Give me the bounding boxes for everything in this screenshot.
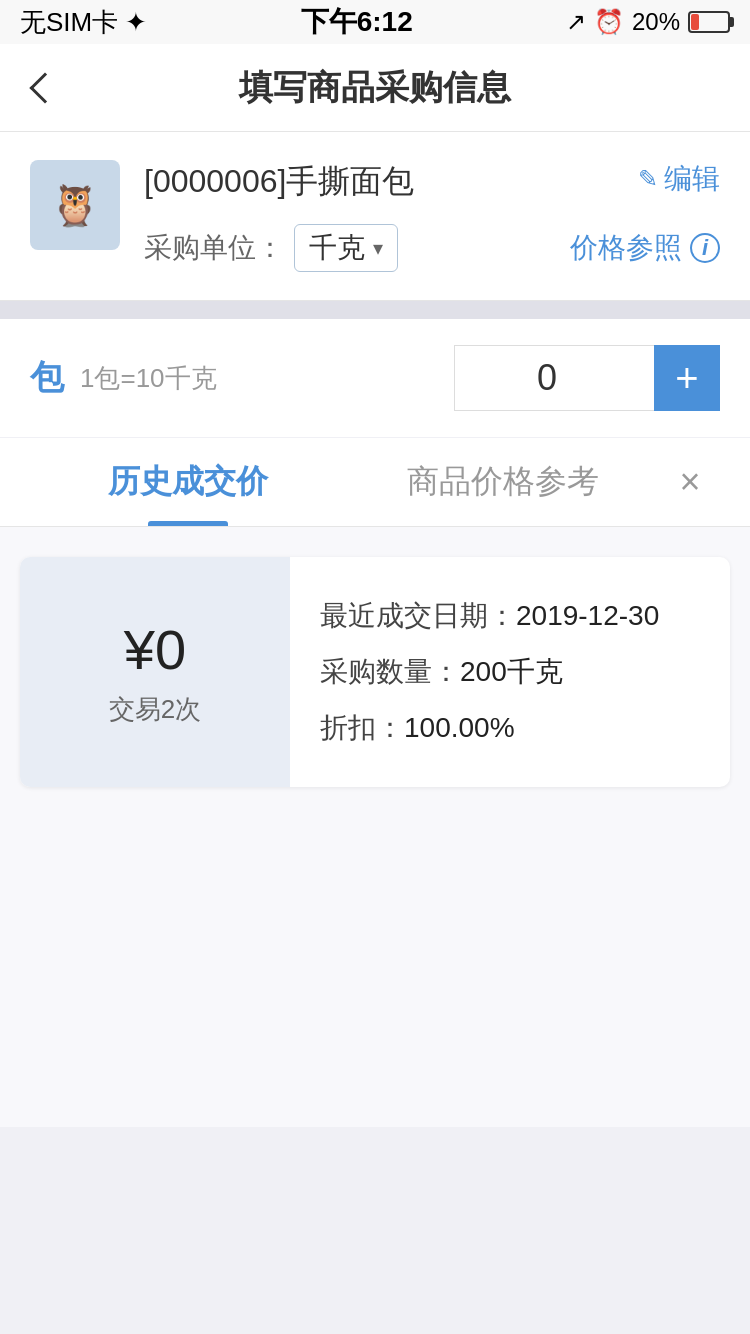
product-logo: 🦉 (30, 160, 120, 250)
quantity-row: 包 1包=10千克 + (0, 319, 750, 438)
transaction-card: ¥0 交易2次 最近成交日期：2019-12-30 采购数量：200千克 折扣：… (20, 557, 730, 787)
tab-reference-label: 商品价格参考 (407, 460, 599, 504)
transaction-qty-row: 采购数量：200千克 (320, 653, 700, 691)
status-time: 下午6:12 (301, 3, 413, 41)
product-name: [0000006]手撕面包 (144, 160, 414, 204)
bag-label: 包 (30, 355, 64, 401)
unit-dropdown-arrow: ▾ (373, 236, 383, 260)
quantity-controls: + (454, 345, 720, 411)
unit-bag-info: 包 1包=10千克 (30, 355, 217, 401)
quantity-input[interactable] (454, 345, 654, 411)
transaction-discount-row: 折扣：100.00% (320, 709, 700, 747)
header: 填写商品采购信息 (0, 44, 750, 132)
discount-label: 折扣： (320, 712, 404, 743)
location-icon: ↗ (566, 8, 586, 36)
battery-percent: 20% (632, 8, 680, 36)
status-right: ↗ ⏰ 20% (566, 8, 730, 36)
transaction-date-row: 最近成交日期：2019-12-30 (320, 597, 700, 635)
product-top: [0000006]手撕面包 ✎ 编辑 (144, 160, 720, 204)
edit-icon: ✎ (638, 165, 658, 193)
transaction-price-panel: ¥0 交易2次 (20, 557, 290, 787)
tabs-container: 历史成交价 商品价格参考 × (0, 438, 750, 527)
price-display: ¥0 (124, 617, 186, 682)
back-button[interactable] (0, 44, 80, 132)
carrier-text: 无SIM卡 ✦ (20, 5, 147, 40)
section-divider (0, 301, 750, 319)
tab-history-label: 历史成交价 (108, 460, 268, 504)
unit-row: 采购单位： 千克 ▾ 价格参照 i (144, 224, 720, 272)
content-area: ¥0 交易2次 最近成交日期：2019-12-30 采购数量：200千克 折扣：… (0, 527, 750, 1127)
price-ref-label: 价格参照 (570, 229, 682, 267)
info-icon: i (690, 233, 720, 263)
status-left: 无SIM卡 ✦ (20, 5, 147, 40)
quantity-plus-button[interactable]: + (654, 345, 720, 411)
date-label: 最近成交日期： (320, 600, 516, 631)
unit-value: 千克 (309, 229, 365, 267)
page-title: 填写商品采购信息 (239, 65, 511, 111)
qty-value: 200千克 (460, 656, 563, 687)
discount-value: 100.00% (404, 712, 515, 743)
tab-close-button[interactable]: × (660, 452, 720, 512)
edit-label: 编辑 (664, 160, 720, 198)
unit-select[interactable]: 千克 ▾ (294, 224, 398, 272)
trade-count: 交易2次 (109, 692, 201, 727)
transaction-details-panel: 最近成交日期：2019-12-30 采购数量：200千克 折扣：100.00% (290, 557, 730, 787)
edit-button[interactable]: ✎ 编辑 (638, 160, 720, 198)
battery-icon (688, 11, 730, 33)
qty-label: 采购数量： (320, 656, 460, 687)
owl-icon: 🦉 (50, 182, 100, 229)
tab-price-reference[interactable]: 商品价格参考 (345, 438, 660, 526)
unit-label: 采购单位： (144, 229, 284, 267)
bag-equiv: 1包=10千克 (80, 361, 217, 396)
tab-history-price[interactable]: 历史成交价 (30, 438, 345, 526)
status-bar: 无SIM卡 ✦ 下午6:12 ↗ ⏰ 20% (0, 0, 750, 44)
product-card: 🦉 [0000006]手撕面包 ✎ 编辑 采购单位： 千克 ▾ 价格参照 i (0, 132, 750, 301)
back-arrow-icon (29, 72, 60, 103)
alarm-icon: ⏰ (594, 8, 624, 36)
date-value: 2019-12-30 (516, 600, 659, 631)
price-reference-button[interactable]: 价格参照 i (570, 229, 720, 267)
price-symbol: ¥ (124, 618, 155, 681)
tabs-header: 历史成交价 商品价格参考 × (0, 438, 750, 526)
price-number: 0 (155, 618, 186, 681)
product-info: [0000006]手撕面包 ✎ 编辑 采购单位： 千克 ▾ 价格参照 i (144, 160, 720, 272)
